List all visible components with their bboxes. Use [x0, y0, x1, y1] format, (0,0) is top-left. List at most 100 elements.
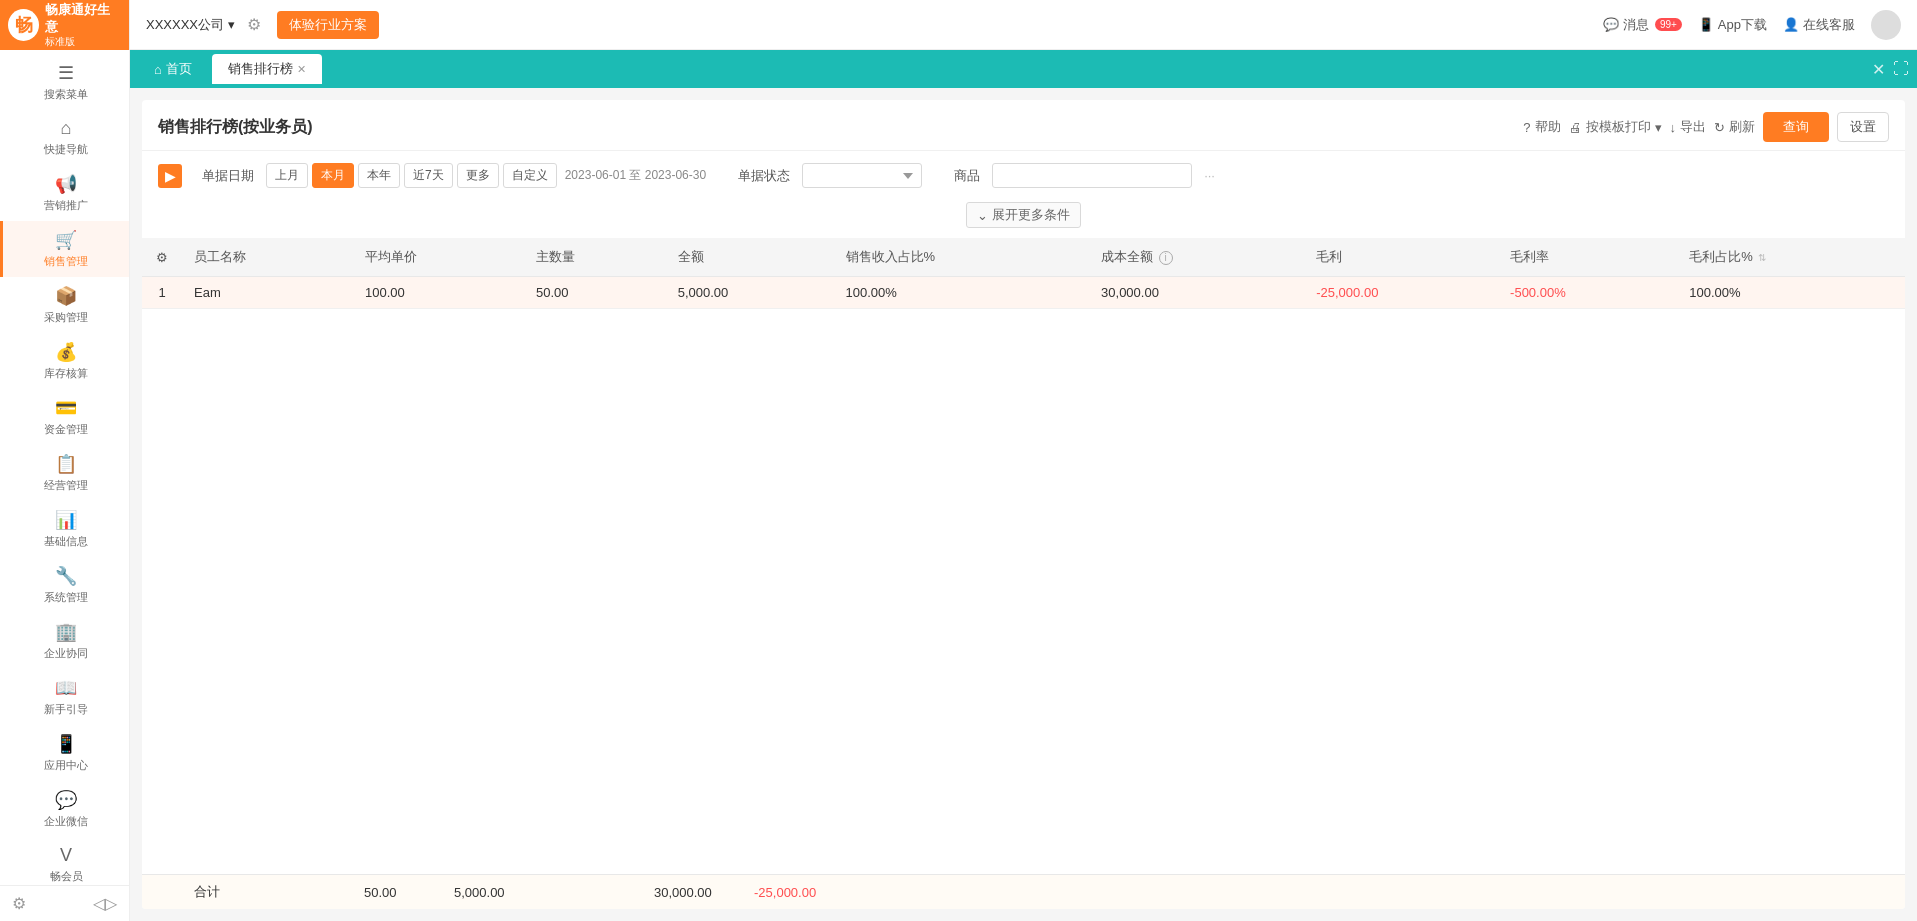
date-btn-this-year[interactable]: 本年 — [358, 163, 400, 188]
table-footer: 合计 50.00 5,000.00 30,000.00 -25,000.00 — [142, 874, 1905, 909]
sidebar-item-search-order[interactable]: ☰搜索菜单 — [0, 54, 129, 110]
support-icon: 👤 — [1783, 17, 1799, 32]
date-btn-custom[interactable]: 自定义 — [503, 163, 557, 188]
app-icon: 📱 — [1698, 17, 1714, 32]
cell-cost: 30,000.00 — [1089, 277, 1304, 309]
date-btn-7days[interactable]: 近7天 — [404, 163, 453, 188]
goods-input[interactable] — [992, 163, 1192, 188]
company-selector[interactable]: XXXXXX公司 ▾ — [146, 16, 235, 34]
table-wrapper: ⚙ 员工名称 平均单价 主数量 全额 销售收入占比% 成本全额 i 毛利 — [142, 238, 1905, 874]
sidebar-item-member[interactable]: V畅会员 — [0, 837, 129, 885]
footer-gross: -25,000.00 — [754, 885, 854, 900]
col-settings-icon[interactable]: ⚙ — [156, 250, 168, 265]
date-btn-last-month[interactable]: 上月 — [266, 163, 308, 188]
sidebar-item-guide[interactable]: 📖新手引导 — [0, 669, 129, 725]
filter-expand-arrow[interactable]: ▶ — [158, 164, 182, 188]
sidebar-logo: 畅 畅康通好生意 标准版 — [0, 0, 129, 50]
cell-name: Eam — [182, 277, 353, 309]
tab-home[interactable]: ⌂ 首页 — [138, 54, 208, 84]
date-btn-this-month[interactable]: 本月 — [312, 163, 354, 188]
gross-pct-sort-icon[interactable]: ⇅ — [1758, 252, 1766, 263]
message-badge: 99+ — [1655, 18, 1682, 31]
logo-icon: 畅 — [8, 9, 39, 41]
online-support-btn[interactable]: 👤 在线客服 — [1783, 16, 1855, 34]
enterprise-label: 企业协同 — [44, 646, 88, 661]
logo-sub: 标准版 — [45, 35, 121, 48]
sales-icon: 🛒 — [55, 229, 77, 251]
page-card: 销售排行榜(按业务员) ? 帮助 🖨 按模板打印 ▾ ↓ 导出 — [142, 100, 1905, 909]
col-amount: 全额 — [666, 238, 834, 277]
goods-more-icon[interactable]: ··· — [1204, 168, 1215, 183]
tab-close-icon[interactable]: ✕ — [297, 63, 306, 76]
app-download-btn[interactable]: 📱 App下载 — [1698, 16, 1767, 34]
col-gross-rate: 毛利率 — [1498, 238, 1677, 277]
search-order-label: 搜索菜单 — [44, 87, 88, 102]
topbar-settings-icon[interactable]: ⚙ — [247, 15, 261, 34]
inventory-icon: 💰 — [55, 341, 77, 363]
filter-row-date: ▶ 单据日期 上月 本月 本年 近7天 更多 自定义 2023-06-01 至 … — [158, 163, 1889, 188]
enterprise-icon: 🏢 — [55, 621, 77, 643]
finance-label: 资金管理 — [44, 422, 88, 437]
cell-gross-pct: 100.00% — [1677, 277, 1905, 309]
sidebar-item-system[interactable]: 🔧系统管理 — [0, 557, 129, 613]
sidebar-item-inventory[interactable]: 💰库存核算 — [0, 333, 129, 389]
refresh-btn[interactable]: ↻ 刷新 — [1714, 118, 1755, 136]
tab-home-label: 首页 — [166, 60, 192, 78]
purchase-icon: 📦 — [55, 285, 77, 307]
cell-qty: 50.00 — [524, 277, 666, 309]
cell-avg-price: 100.00 — [353, 277, 524, 309]
query-btn[interactable]: 查询 — [1763, 112, 1829, 142]
sidebar-footer: ⚙ ◁▷ — [0, 885, 129, 921]
sidebar-item-sales[interactable]: 🛒 销售管理 — [0, 221, 129, 277]
operations-icon: 📋 — [55, 453, 77, 475]
cost-info-icon[interactable]: i — [1159, 251, 1173, 265]
sidebar-item-enterprise[interactable]: 🏢 企业协同 — [0, 613, 129, 669]
tabbar: ⌂ 首页 销售排行榜 ✕ ✕ ⛶ — [130, 50, 1917, 88]
col-settings[interactable]: ⚙ — [142, 238, 182, 277]
col-gross-pct: 毛利占比% ⇅ — [1677, 238, 1905, 277]
print-icon: 🖨 — [1569, 120, 1582, 135]
tab-close-all-icon[interactable]: ✕ — [1872, 60, 1885, 79]
guide-label: 新手引导 — [44, 702, 88, 717]
message-icon: 💬 — [1603, 17, 1619, 32]
settings-btn[interactable]: 设置 — [1837, 112, 1889, 142]
message-label: 消息 — [1623, 16, 1649, 34]
sidebar-item-marketing[interactable]: 📢营销推广 — [0, 165, 129, 221]
sidebar-item-app-center[interactable]: 📱应用中心 — [0, 725, 129, 781]
cell-rank: 1 — [142, 277, 182, 309]
settings-icon[interactable]: ⚙ — [12, 894, 26, 913]
main-area: XXXXXX公司 ▾ ⚙ 体验行业方案 💬 消息 99+ 📱 App下载 👤 在… — [130, 0, 1917, 921]
sidebar-item-quick-nav[interactable]: ⌂快捷导航 — [0, 110, 129, 165]
cell-sales-pct: 100.00% — [834, 277, 1090, 309]
expand-more-btn[interactable]: ⌄ 展开更多条件 — [966, 202, 1081, 228]
chevron-down-icon[interactable]: ▾ — [228, 17, 235, 32]
tab-expand-icon[interactable]: ⛶ — [1893, 60, 1909, 78]
page-title: 销售排行榜(按业务员) — [158, 117, 313, 138]
col-avg-price: 平均单价 — [353, 238, 524, 277]
sidebar-item-basic-info[interactable]: 📊基础信息 — [0, 501, 129, 557]
expand-row: ⌄ 展开更多条件 — [158, 196, 1889, 234]
tab-sales-rank[interactable]: 销售排行榜 ✕ — [212, 54, 322, 84]
user-avatar[interactable] — [1871, 10, 1901, 40]
date-btn-more[interactable]: 更多 — [457, 163, 499, 188]
col-name: 员工名称 — [182, 238, 353, 277]
sales-label: 销售管理 — [44, 254, 88, 269]
trial-btn[interactable]: 体验行业方案 — [277, 11, 379, 39]
help-btn[interactable]: ? 帮助 — [1523, 118, 1560, 136]
date-btn-group: 上月 本月 本年 近7天 更多 自定义 2023-06-01 至 2023-06… — [266, 163, 706, 188]
message-btn[interactable]: 💬 消息 99+ — [1603, 16, 1682, 34]
collapse-icon[interactable]: ◁▷ — [93, 894, 117, 913]
status-select[interactable] — [802, 163, 922, 188]
sidebar-nav: ☰搜索菜单⌂快捷导航📢营销推广 🛒 销售管理 📦采购管理💰库存核算 💳 资金管理 📋经营管理… — [0, 50, 129, 885]
col-cost: 成本全额 i — [1089, 238, 1304, 277]
sidebar-item-operations[interactable]: 📋经营管理 — [0, 445, 129, 501]
print-btn[interactable]: 🖨 按模板打印 ▾ — [1569, 118, 1662, 136]
export-btn[interactable]: ↓ 导出 — [1670, 118, 1707, 136]
topbar-right: 💬 消息 99+ 📱 App下载 👤 在线客服 — [1603, 10, 1901, 40]
footer-qty: 50.00 — [364, 885, 454, 900]
sidebar-item-wechat[interactable]: 💬企业微信 — [0, 781, 129, 837]
sidebar-item-purchase[interactable]: 📦采购管理 — [0, 277, 129, 333]
table-body: 1 Eam 100.00 50.00 5,000.00 100.00% 30,0… — [142, 277, 1905, 309]
sidebar-item-finance[interactable]: 💳 资金管理 — [0, 389, 129, 445]
finance-icon: 💳 — [55, 397, 77, 419]
